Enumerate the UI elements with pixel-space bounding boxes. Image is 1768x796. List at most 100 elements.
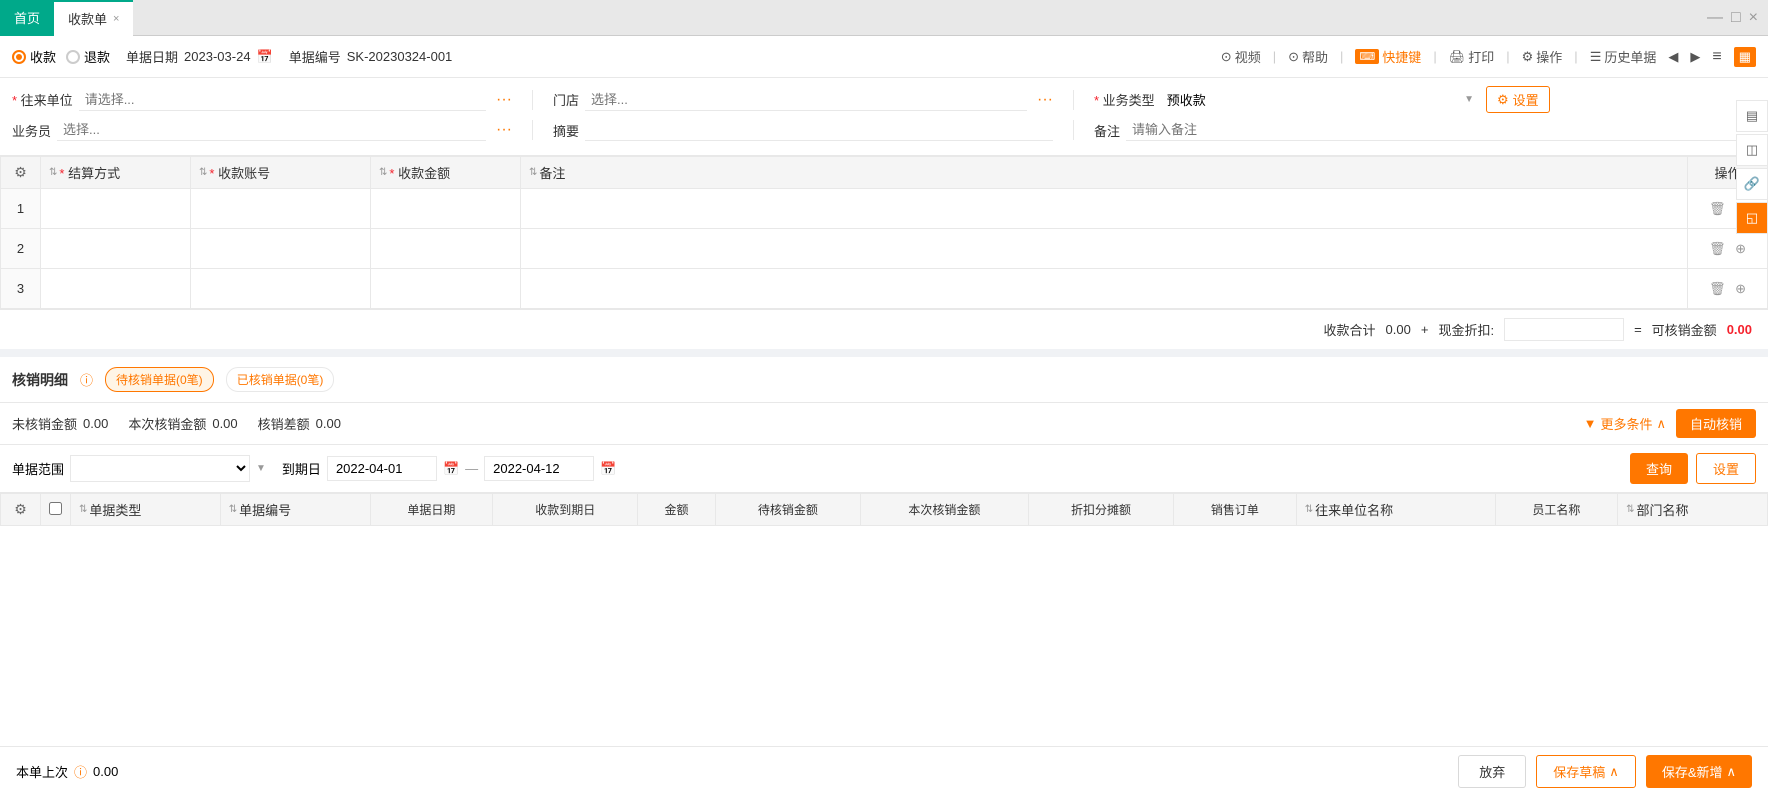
account-cell-3[interactable] [191,269,371,309]
done-tab-btn[interactable]: 已核销单据(0笔) [226,367,335,392]
sort-dept-icon[interactable]: ⇅ [1626,504,1634,515]
date-to-input[interactable] [484,456,594,481]
remark-input[interactable] [1126,119,1756,141]
sort-icon-amount[interactable]: ⇅ [379,167,387,178]
auto-verify-btn[interactable]: 自动核销 [1676,409,1756,438]
remark-cell-1[interactable] [521,189,1688,229]
form-settings-btn[interactable]: ⚙ 设置 [1486,86,1550,113]
sort-type-icon[interactable]: ⇅ [79,504,87,515]
more-conditions-btn[interactable]: ▼ 更多条件 ∧ [1584,414,1666,433]
sidebar-icon-4[interactable]: ◱ [1736,202,1768,234]
sidebar-icon-1[interactable]: ▤ [1736,100,1768,132]
amount-cell-1[interactable] [371,189,521,229]
store-more-icon[interactable]: ··· [1037,91,1053,109]
sort-icon-settlement[interactable]: ⇅ [49,167,57,178]
draft-btn[interactable]: 保存草稿 ∧ [1536,755,1636,788]
tab-bar-right: — □ × [1707,9,1768,27]
copy-icon-2[interactable]: ⊕ [1735,241,1746,256]
save-new-btn[interactable]: 保存&新增 ∧ [1646,755,1752,788]
tab-receipt[interactable]: 收款单 × [54,0,133,36]
tab-close-icon[interactable]: × [113,13,119,25]
list-view-btn[interactable]: ≡ [1712,48,1721,66]
print-btn[interactable]: 🖨 打印 [1449,47,1495,66]
diff-value: 0.00 [316,416,341,431]
sidebar-link-icon: 🔗 [1744,176,1760,192]
remark-field: 备注 [1094,119,1756,141]
filter-settings-btn[interactable]: 设置 [1696,453,1756,484]
radio-receipt[interactable]: 收款 [12,47,56,66]
verify-col-type: 单据类型 [89,500,141,519]
store-input[interactable] [585,89,1027,111]
window-max-icon[interactable]: □ [1731,9,1741,27]
window-close-icon[interactable]: × [1749,9,1758,27]
salesperson-input[interactable] [57,119,486,141]
sort-icon-account[interactable]: ⇅ [199,167,207,178]
abandon-btn[interactable]: 放弃 [1458,755,1526,788]
date-dash: — [465,461,478,476]
date-from-input[interactable] [327,456,437,481]
summary-input[interactable] [585,119,1053,141]
verification-info-icon[interactable]: ⓘ [80,370,93,389]
amount-cell-3[interactable] [371,269,521,309]
delete-icon-2[interactable]: 🗑 [1709,241,1726,256]
sidebar-icon-3[interactable]: 🔗 [1736,168,1768,200]
window-min-icon[interactable]: — [1707,9,1723,27]
delete-icon-3[interactable]: 🗑 [1709,281,1726,296]
account-cell-1[interactable] [191,189,371,229]
verify-gear-icon[interactable]: ⚙ [14,501,27,517]
card-view-btn[interactable]: ▦ [1734,47,1756,67]
tab-home[interactable]: 首页 [0,0,54,36]
date-value: 2023-03-24 [184,49,251,64]
section-divider [0,349,1768,357]
sort-counterparty-icon[interactable]: ⇅ [1305,504,1313,515]
shortcuts-btn[interactable]: ⌨ 快捷键 [1355,47,1421,66]
pending-tab-btn[interactable]: 待核销单据(0笔) [105,367,214,392]
actions-btn[interactable]: ⚙ 操作 [1522,47,1563,66]
account-cell-2[interactable] [191,229,371,269]
salesperson-more-icon[interactable]: ··· [496,121,512,139]
biz-type-label: 业务类型 [1094,90,1155,109]
bottom-info-icon[interactable]: ⓘ [74,762,87,781]
remark-cell-2[interactable] [521,229,1688,269]
sort-icon-remark[interactable]: ⇅ [529,167,537,178]
range-select[interactable] [70,455,250,482]
calendar-icon[interactable]: 📅 [257,49,273,65]
col-amount-header: ⇅ 收款金额 [379,163,512,182]
cal-to-icon[interactable]: 📅 [600,461,616,477]
sidebar-table-icon: ▤ [1746,108,1758,124]
settlement-cell-2[interactable] [41,229,191,269]
verify-col-date: 单据日期 [370,494,493,526]
settlement-cell-3[interactable] [41,269,191,309]
help-btn[interactable]: ⊙ 帮助 [1288,47,1328,66]
video-btn[interactable]: ⊙ 视频 [1221,47,1261,66]
table-row: 3 🗑 ⊕ [1,269,1768,309]
range-dropdown-icon[interactable]: ▼ [256,463,266,474]
sidebar-icon-2[interactable]: ◫ [1736,134,1768,166]
nav-prev-btn[interactable]: ◀ [1668,49,1678,65]
delete-icon-1[interactable]: 🗑 [1709,201,1726,216]
table-row: 2 🗑 ⊕ [1,229,1768,269]
copy-icon-3[interactable]: ⊕ [1735,281,1746,296]
cal-from-icon[interactable]: 📅 [443,461,459,477]
table-gear-icon[interactable]: ⚙ [14,164,27,180]
draft-label: 保存草稿 [1553,762,1605,781]
biz-type-dropdown-icon[interactable]: ▼ [1464,94,1474,105]
nav-next-icon: ▶ [1690,49,1700,65]
sort-number-icon[interactable]: ⇅ [229,504,237,515]
settings-gear-icon: ⚙ [1497,92,1509,108]
remark-cell-3[interactable] [521,269,1688,309]
counterparty-more-icon[interactable]: ··· [496,91,512,109]
col-remark-label: 备注 [539,163,565,182]
settlement-cell-1[interactable] [41,189,191,229]
date-field: 单据日期 2023-03-24 📅 [126,47,273,66]
amount-cell-2[interactable] [371,229,521,269]
discount-input[interactable] [1504,318,1624,341]
select-all-checkbox[interactable] [49,502,62,515]
nav-next-btn[interactable]: ▶ [1690,49,1700,65]
history-btn[interactable]: ☰ 历史单据 [1590,47,1657,66]
video-icon: ⊙ [1221,49,1232,65]
counterparty-input[interactable] [79,89,486,111]
radio-refund[interactable]: 退款 [66,47,110,66]
current-label: 本次核销金额 [128,414,206,433]
query-btn[interactable]: 查询 [1630,453,1688,484]
